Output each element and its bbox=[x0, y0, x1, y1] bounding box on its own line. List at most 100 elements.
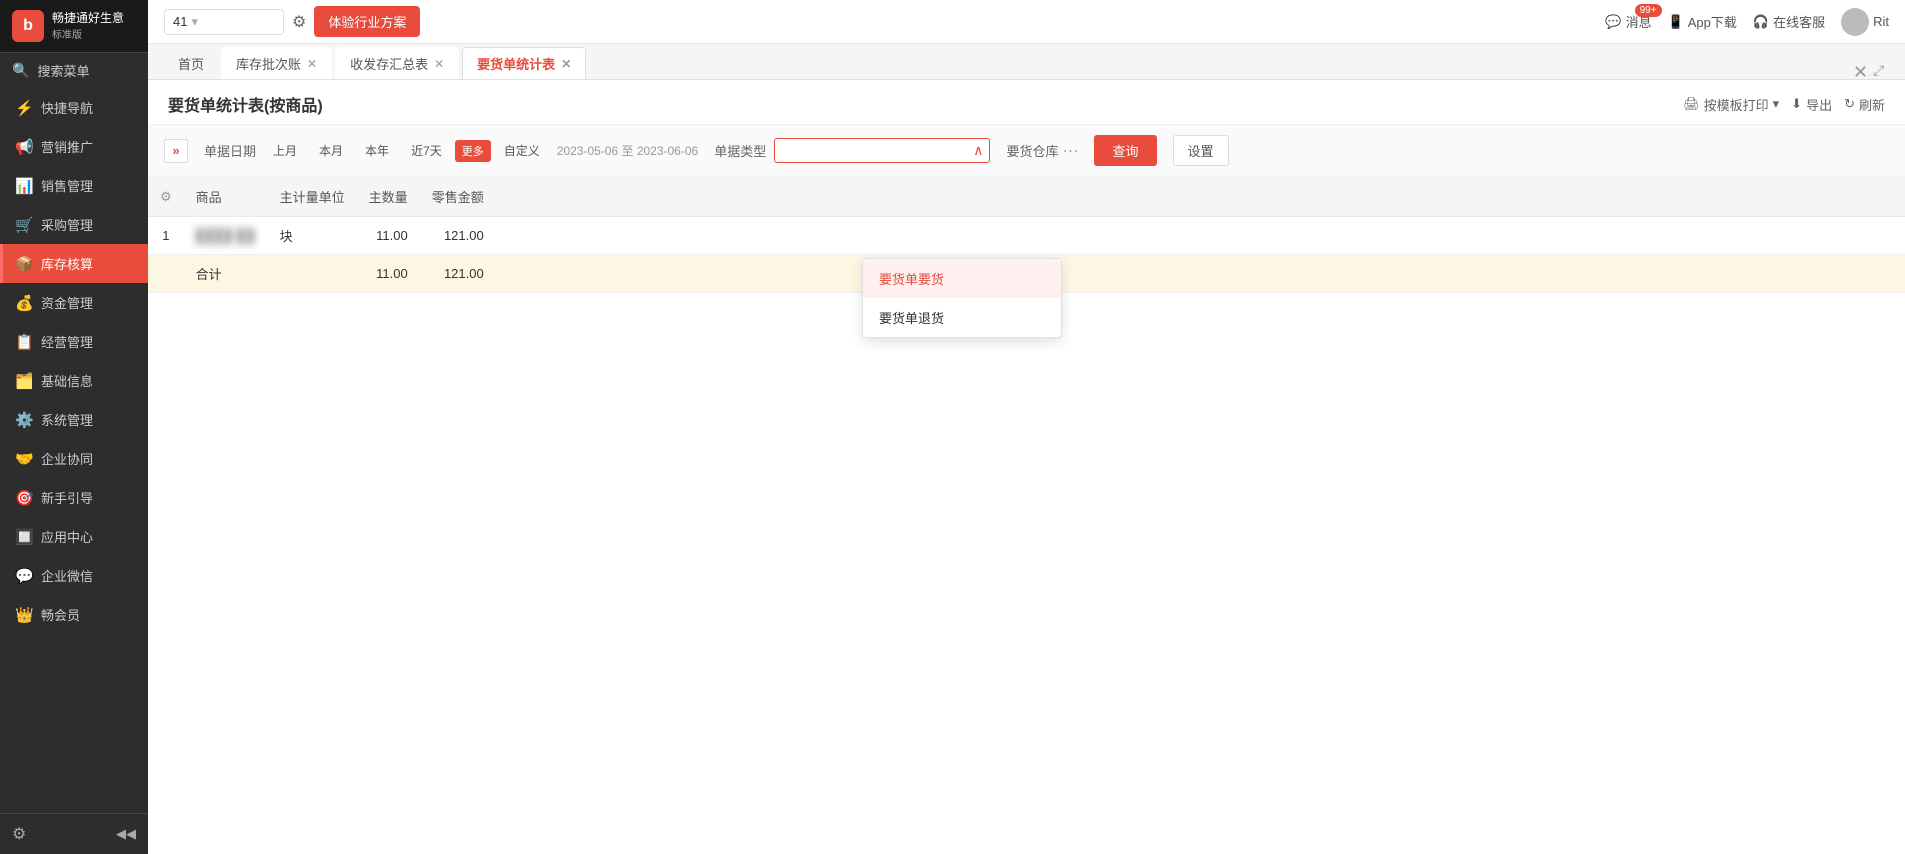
app-logo: b 畅捷通好生意 标准版 bbox=[0, 0, 148, 53]
query-button[interactable]: 查询 bbox=[1094, 135, 1156, 166]
export-label: 导出 bbox=[1806, 95, 1832, 114]
basic-icon: 🗂️ bbox=[15, 372, 33, 390]
sidebar-item-sales[interactable]: 📊 销售管理 bbox=[0, 166, 148, 205]
sidebar-item-purchase[interactable]: 🛒 采购管理 bbox=[0, 205, 148, 244]
footer-label: 合计 bbox=[184, 255, 268, 293]
sidebar-item-label: 企业协同 bbox=[41, 449, 93, 468]
cell-product: ████ ██ bbox=[184, 217, 268, 255]
date-btn-this-month[interactable]: 本月 bbox=[310, 138, 352, 163]
date-btn-this-year[interactable]: 本年 bbox=[356, 138, 398, 163]
tab-order-stats[interactable]: 要货单统计表 ✕ bbox=[462, 47, 586, 79]
enterprise-icon: 🤝 bbox=[15, 450, 33, 468]
col-amount: 零售金额 bbox=[420, 177, 496, 217]
chevron-right-icon: » bbox=[172, 143, 179, 158]
sidebar: b 畅捷通好生意 标准版 🔍 搜索菜单 ⚡ 快捷导航 📢 营销推广 📊 销售管理… bbox=[0, 0, 148, 854]
finance-icon: 💰 bbox=[15, 294, 33, 312]
sidebar-item-app-center[interactable]: 🔲 应用中心 bbox=[0, 517, 148, 556]
footer-amount: 121.00 bbox=[420, 255, 496, 293]
tab-close-icon[interactable]: ✕ bbox=[561, 57, 571, 71]
tab-home-label: 首页 bbox=[178, 54, 204, 73]
sidebar-item-member[interactable]: 👑 畅会员 bbox=[0, 595, 148, 634]
dropdown-clear-icon[interactable]: ∧ bbox=[967, 142, 989, 159]
sidebar-item-inventory[interactable]: 📦 库存核算 bbox=[0, 244, 148, 283]
filter-expand-button[interactable]: » bbox=[164, 139, 188, 163]
search-menu[interactable]: 🔍 搜索菜单 bbox=[0, 53, 148, 88]
export-icon: ⬇ bbox=[1791, 96, 1802, 112]
sidebar-item-basic[interactable]: 🗂️ 基础信息 bbox=[0, 361, 148, 400]
sidebar-item-label: 销售管理 bbox=[41, 176, 93, 195]
sidebar-item-label: 库存核算 bbox=[41, 254, 93, 273]
export-action[interactable]: ⬇ 导出 bbox=[1791, 95, 1832, 114]
date-filter-label: 单据日期 bbox=[204, 141, 256, 160]
warehouse-more-icon[interactable]: ⋯ bbox=[1062, 141, 1078, 161]
collapse-icon[interactable]: ◀◀ bbox=[116, 826, 136, 842]
dropdown-item-order-return[interactable]: 要货单退货 bbox=[863, 298, 1061, 337]
sidebar-item-operation[interactable]: 📋 经营管理 bbox=[0, 322, 148, 361]
date-btn-custom[interactable]: 自定义 bbox=[495, 138, 549, 163]
wechat-icon: 💬 bbox=[15, 567, 33, 585]
company-selector[interactable]: 41 ▾ bbox=[164, 9, 284, 35]
main-content: 41 ▾ ⚙ 体验行业方案 💬 消息 99+ 📱 App下载 🎧 在线客服 bbox=[148, 0, 1905, 854]
online-service-label: 在线客服 bbox=[1773, 12, 1825, 31]
cell-unit: 块 bbox=[268, 217, 357, 255]
page-actions: 🖨 按模板打印 ▾ ⬇ 导出 ↻ 刷新 bbox=[1683, 95, 1885, 114]
table-row: 1 ████ ██ 块 11.00 121.00 bbox=[148, 217, 1905, 255]
app-download-btn[interactable]: 📱 App下载 bbox=[1668, 12, 1737, 31]
window-controls: ✕ ⤢ bbox=[1853, 63, 1889, 79]
warehouse-filter-label: 要货仓库 bbox=[1006, 141, 1058, 160]
dropdown-item-order-request[interactable]: 要货单要货 bbox=[863, 259, 1061, 298]
sidebar-item-quick-nav[interactable]: ⚡ 快捷导航 bbox=[0, 88, 148, 127]
company-name: 41 bbox=[173, 14, 187, 29]
avatar bbox=[1841, 8, 1869, 36]
tab-close-icon[interactable]: ✕ bbox=[434, 57, 444, 71]
messages-badge: 99+ bbox=[1635, 4, 1662, 17]
col-settings: ⚙ bbox=[148, 177, 184, 217]
close-window-icon[interactable]: ✕ bbox=[1853, 63, 1869, 79]
topbar-settings-icon[interactable]: ⚙ bbox=[292, 12, 306, 32]
member-icon: 👑 bbox=[15, 606, 33, 624]
expand-window-icon[interactable]: ⤢ bbox=[1873, 63, 1889, 79]
settings-icon[interactable]: ⚙ bbox=[12, 824, 26, 844]
dropdown-item-label: 要货单要货 bbox=[879, 272, 944, 287]
tab-recv-send-summary-label: 收发存汇总表 bbox=[350, 54, 428, 73]
messages-btn[interactable]: 💬 消息 99+ bbox=[1605, 12, 1651, 31]
tab-recv-send-summary[interactable]: 收发存汇总表 ✕ bbox=[335, 47, 459, 79]
purchase-icon: 🛒 bbox=[15, 216, 33, 234]
sidebar-item-marketing[interactable]: 📢 营销推广 bbox=[0, 127, 148, 166]
date-btn-last-month[interactable]: 上月 bbox=[264, 138, 306, 163]
sales-icon: 📊 bbox=[15, 177, 33, 195]
user-avatar-btn[interactable]: Rit bbox=[1841, 8, 1889, 36]
sidebar-item-finance[interactable]: 💰 资金管理 bbox=[0, 283, 148, 322]
user-name: Rit bbox=[1873, 14, 1889, 29]
quick-nav-icon: ⚡ bbox=[15, 99, 33, 117]
date-buttons: 上月 本月 本年 近7天 更多 自定义 bbox=[264, 138, 549, 163]
service-icon: 🎧 bbox=[1753, 14, 1769, 30]
message-icon: 💬 bbox=[1605, 14, 1621, 30]
sidebar-item-system[interactable]: ⚙️ 系统管理 bbox=[0, 400, 148, 439]
refresh-action[interactable]: ↻ 刷新 bbox=[1844, 95, 1885, 114]
topbar-right: 💬 消息 99+ 📱 App下载 🎧 在线客服 Rit bbox=[1605, 8, 1889, 36]
sidebar-item-guide[interactable]: 🎯 新手引导 bbox=[0, 478, 148, 517]
print-action[interactable]: 🖨 按模板打印 ▾ bbox=[1683, 95, 1779, 114]
table-settings-icon[interactable]: ⚙ bbox=[160, 189, 172, 204]
settings-button[interactable]: 设置 bbox=[1173, 135, 1229, 166]
sidebar-item-wechat[interactable]: 💬 企业微信 bbox=[0, 556, 148, 595]
type-filter-input[interactable] bbox=[775, 139, 967, 162]
date-btn-more[interactable]: 更多 bbox=[455, 140, 491, 162]
footer-extra bbox=[496, 255, 1905, 293]
chevron-down-icon: ▾ bbox=[191, 14, 198, 30]
col-qty: 主数量 bbox=[357, 177, 420, 217]
cell-no: 1 bbox=[148, 217, 184, 255]
tab-close-icon[interactable]: ✕ bbox=[307, 57, 317, 71]
online-service-btn[interactable]: 🎧 在线客服 bbox=[1753, 12, 1825, 31]
logo-icon: b bbox=[12, 10, 44, 42]
filter-bar: » 单据日期 上月 本月 本年 近7天 更多 自定义 2023-05-06 至 … bbox=[148, 125, 1905, 177]
trial-button[interactable]: 体验行业方案 bbox=[314, 6, 420, 37]
sidebar-item-label: 畅会员 bbox=[41, 605, 80, 624]
tab-home[interactable]: 首页 bbox=[164, 48, 218, 79]
app-center-icon: 🔲 bbox=[15, 528, 33, 546]
tab-inventory-batch[interactable]: 库存批次账 ✕ bbox=[221, 47, 332, 79]
sidebar-item-enterprise[interactable]: 🤝 企业协同 bbox=[0, 439, 148, 478]
tab-order-stats-label: 要货单统计表 bbox=[477, 54, 555, 73]
date-btn-last-7[interactable]: 近7天 bbox=[402, 138, 451, 163]
